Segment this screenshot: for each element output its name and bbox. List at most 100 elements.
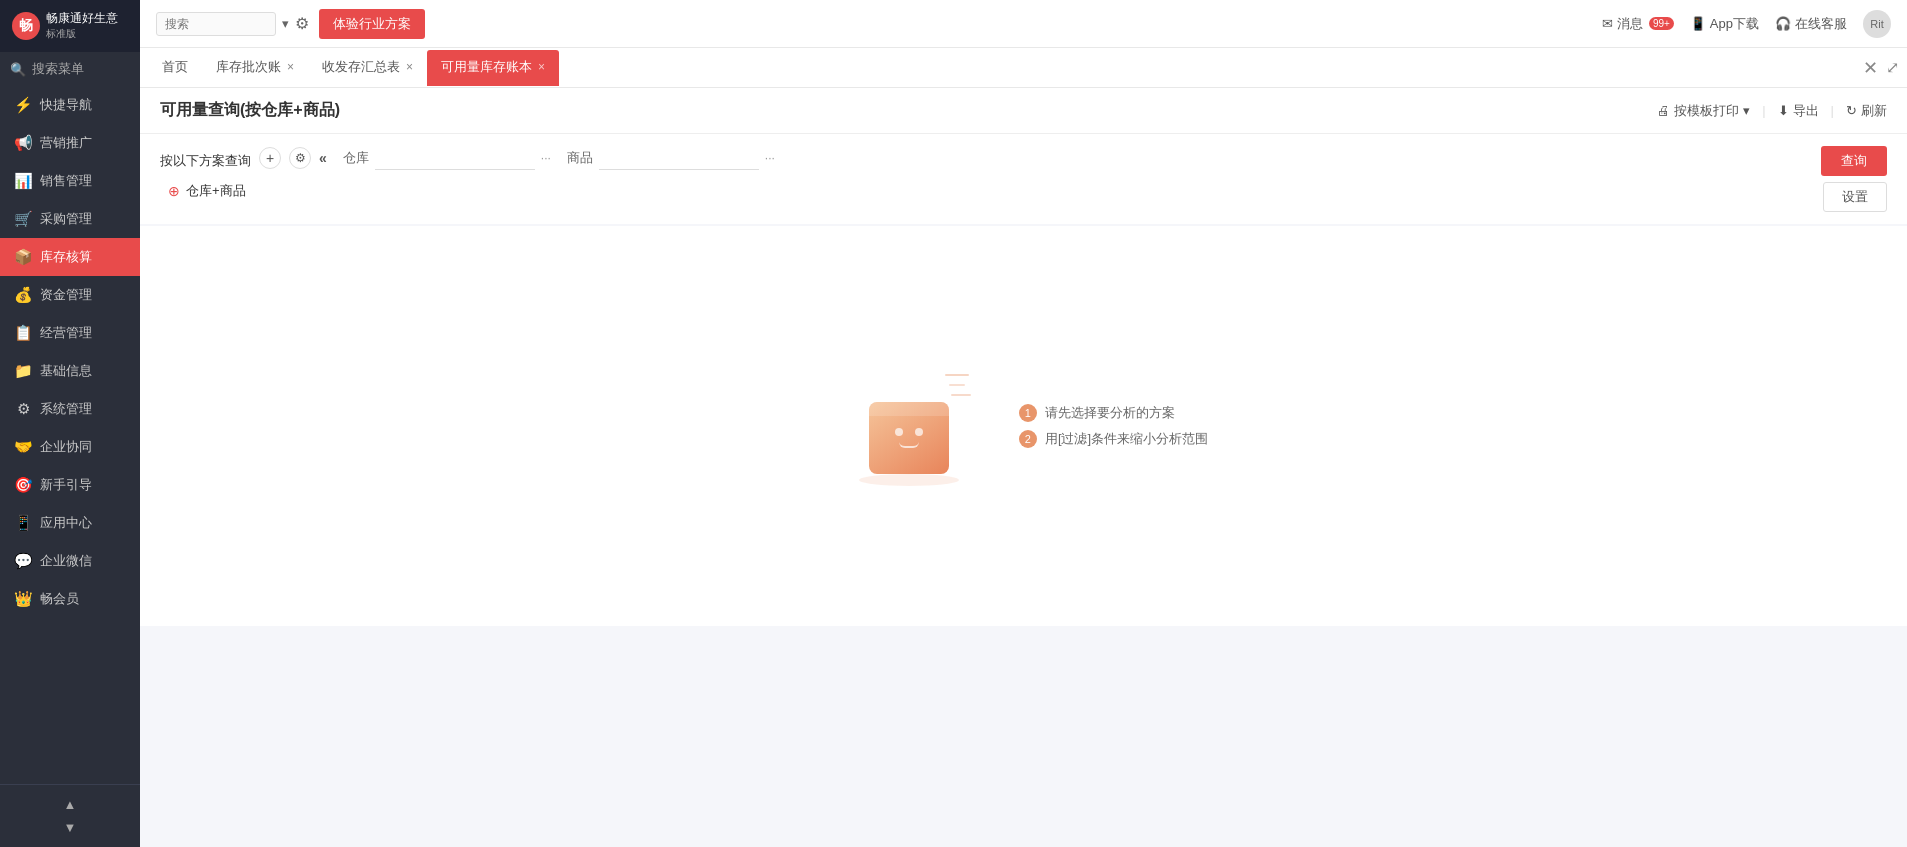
app-download-btn[interactable]: 📱 App下载	[1690, 15, 1759, 33]
message-badge: 99+	[1649, 17, 1674, 30]
basic-info-icon: 📁	[14, 362, 32, 380]
sidebar-item-app-center[interactable]: 📱 应用中心	[0, 504, 140, 542]
sidebar-item-sales[interactable]: 📊 销售管理	[0, 162, 140, 200]
trial-btn[interactable]: 体验行业方案	[319, 9, 425, 39]
tab-available-ledger[interactable]: 可用量库存账本 ×	[427, 50, 559, 86]
tabbar-close-btn[interactable]: ✕	[1863, 57, 1878, 79]
wechat-icon: 💬	[14, 552, 32, 570]
sidebar-item-system[interactable]: ⚙ 系统管理	[0, 390, 140, 428]
filter-fields: 仓库 ··· 商品 ···	[343, 146, 1805, 170]
sidebar-item-newbie[interactable]: 🎯 新手引导	[0, 466, 140, 504]
refresh-label: 刷新	[1861, 102, 1887, 120]
page-title: 可用量查询(按仓库+商品)	[160, 100, 340, 121]
tab-batch-account[interactable]: 库存批次账 ×	[202, 50, 308, 86]
sidebar-item-label: 新手引导	[40, 476, 92, 494]
sidebar-search[interactable]: 🔍 搜索菜单	[0, 52, 140, 86]
message-icon: ✉	[1602, 16, 1613, 31]
scheme-add-btn[interactable]: +	[259, 147, 281, 169]
sidebar-item-inventory[interactable]: 📦 库存核算	[0, 238, 140, 276]
tab-available-ledger-label: 可用量库存账本	[441, 58, 532, 76]
tab-available-ledger-close[interactable]: ×	[538, 60, 545, 74]
enterprise-icon: 🤝	[14, 438, 32, 456]
empty-step-2: 2 用[过滤]条件来缩小分析范围	[1019, 430, 1208, 448]
tab-home-label: 首页	[162, 58, 188, 76]
topbar-search-area: ▾ ⚙	[156, 12, 309, 36]
print-dropdown-icon[interactable]: ▾	[1743, 103, 1750, 118]
topbar-dropdown-icon[interactable]: ▾	[282, 16, 289, 31]
sidebar-item-label: 采购管理	[40, 210, 92, 228]
sidebar-item-wechat[interactable]: 💬 企业微信	[0, 542, 140, 580]
export-icon: ⬇	[1778, 103, 1789, 118]
product-input[interactable]	[599, 146, 759, 170]
topbar: ▾ ⚙ 体验行业方案 ✉ 消息 99+ 📱 App下载 🎧 在线客服 Rit	[140, 0, 1907, 48]
sidebar-item-label: 基础信息	[40, 362, 92, 380]
warehouse-field: 仓库 ···	[343, 146, 551, 170]
app-badge: 标准版	[46, 27, 118, 41]
scheme-section: 按以下方案查询 + ⚙ « ⊕ 仓库+商品	[160, 146, 327, 204]
marketing-icon: 📢	[14, 134, 32, 152]
message-btn[interactable]: ✉ 消息 99+	[1602, 15, 1674, 33]
query-btn[interactable]: 查询	[1821, 146, 1887, 176]
sidebar-scroll-up[interactable]: ▲	[0, 793, 140, 816]
tab-home[interactable]: 首页	[148, 50, 202, 86]
member-icon: 👑	[14, 590, 32, 608]
sidebar-item-purchase[interactable]: 🛒 采购管理	[0, 200, 140, 238]
filter-schemes: ⊕ 仓库+商品	[160, 178, 327, 204]
empty-text-area: 1 请先选择要分析的方案 2 用[过滤]条件来缩小分析范围	[1019, 404, 1208, 448]
scheme-collapse-btn[interactable]: «	[319, 150, 327, 166]
tab-inventory-summary-close[interactable]: ×	[406, 60, 413, 74]
refresh-icon: ↻	[1846, 103, 1857, 118]
tabbar-expand-btn[interactable]: ⤢	[1886, 58, 1899, 77]
sidebar-item-enterprise[interactable]: 🤝 企业协同	[0, 428, 140, 466]
filter-action-btns: 查询 设置	[1821, 146, 1887, 212]
print-label: 按模板打印	[1674, 102, 1739, 120]
main-content: ▾ ⚙ 体验行业方案 ✉ 消息 99+ 📱 App下载 🎧 在线客服 Rit	[140, 0, 1907, 847]
sidebar: 畅 畅康通好生意 标准版 🔍 搜索菜单 ⚡ 快捷导航 📢 营销推广 📊 销售管理…	[0, 0, 140, 847]
scheme-label: 仓库+商品	[186, 182, 246, 200]
topbar-gear-icon[interactable]: ⚙	[295, 14, 309, 33]
tab-batch-account-close[interactable]: ×	[287, 60, 294, 74]
online-service-label: 在线客服	[1795, 15, 1847, 33]
sidebar-item-quick-nav[interactable]: ⚡ 快捷导航	[0, 86, 140, 124]
sidebar-scroll-down[interactable]: ▼	[0, 816, 140, 839]
scheme-setting-btn[interactable]: ⚙	[289, 147, 311, 169]
sidebar-item-operations[interactable]: 📋 经营管理	[0, 314, 140, 352]
operations-icon: 📋	[14, 324, 32, 342]
scheme-warehouse-product[interactable]: ⊕ 仓库+商品	[160, 178, 327, 204]
sidebar-item-marketing[interactable]: 📢 营销推广	[0, 124, 140, 162]
product-more-btn[interactable]: ···	[765, 151, 775, 165]
empty-illustration	[839, 366, 979, 486]
app-center-icon: 📱	[14, 514, 32, 532]
filter-label: 按以下方案查询	[160, 146, 251, 170]
headset-icon: 🎧	[1775, 16, 1791, 31]
user-area[interactable]: Rit	[1863, 10, 1891, 38]
topbar-search-input[interactable]	[156, 12, 276, 36]
empty-step-1-text: 请先选择要分析的方案	[1045, 404, 1175, 422]
sidebar-item-label: 企业协同	[40, 438, 92, 456]
tab-inventory-summary[interactable]: 收发存汇总表 ×	[308, 50, 427, 86]
online-service-btn[interactable]: 🎧 在线客服	[1775, 15, 1847, 33]
sidebar-item-label: 库存核算	[40, 248, 92, 266]
sidebar-nav: ⚡ 快捷导航 📢 营销推广 📊 销售管理 🛒 采购管理 📦 库存核算 💰 资金管…	[0, 86, 140, 784]
quick-nav-icon: ⚡	[14, 96, 32, 114]
warehouse-input[interactable]	[375, 146, 535, 170]
app-download-label: App下载	[1710, 15, 1759, 33]
warehouse-more-btn[interactable]: ···	[541, 151, 551, 165]
settings-btn[interactable]: 设置	[1823, 182, 1887, 212]
print-btn[interactable]: 🖨 按模板打印 ▾	[1657, 102, 1750, 120]
sidebar-bottom: ▲ ▼	[0, 784, 140, 847]
sidebar-item-label: 销售管理	[40, 172, 92, 190]
sidebar-item-finance[interactable]: 💰 资金管理	[0, 276, 140, 314]
purchase-icon: 🛒	[14, 210, 32, 228]
export-btn[interactable]: ⬇ 导出	[1778, 102, 1819, 120]
refresh-btn[interactable]: ↻ 刷新	[1846, 102, 1887, 120]
search-icon: 🔍	[10, 62, 26, 77]
sidebar-item-member[interactable]: 👑 畅会员	[0, 580, 140, 618]
inventory-icon: 📦	[14, 248, 32, 266]
sidebar-item-label: 营销推广	[40, 134, 92, 152]
sidebar-item-label: 系统管理	[40, 400, 92, 418]
product-field: 商品 ···	[567, 146, 775, 170]
empty-step-1: 1 请先选择要分析的方案	[1019, 404, 1208, 422]
tab-batch-account-label: 库存批次账	[216, 58, 281, 76]
sidebar-item-basic-info[interactable]: 📁 基础信息	[0, 352, 140, 390]
